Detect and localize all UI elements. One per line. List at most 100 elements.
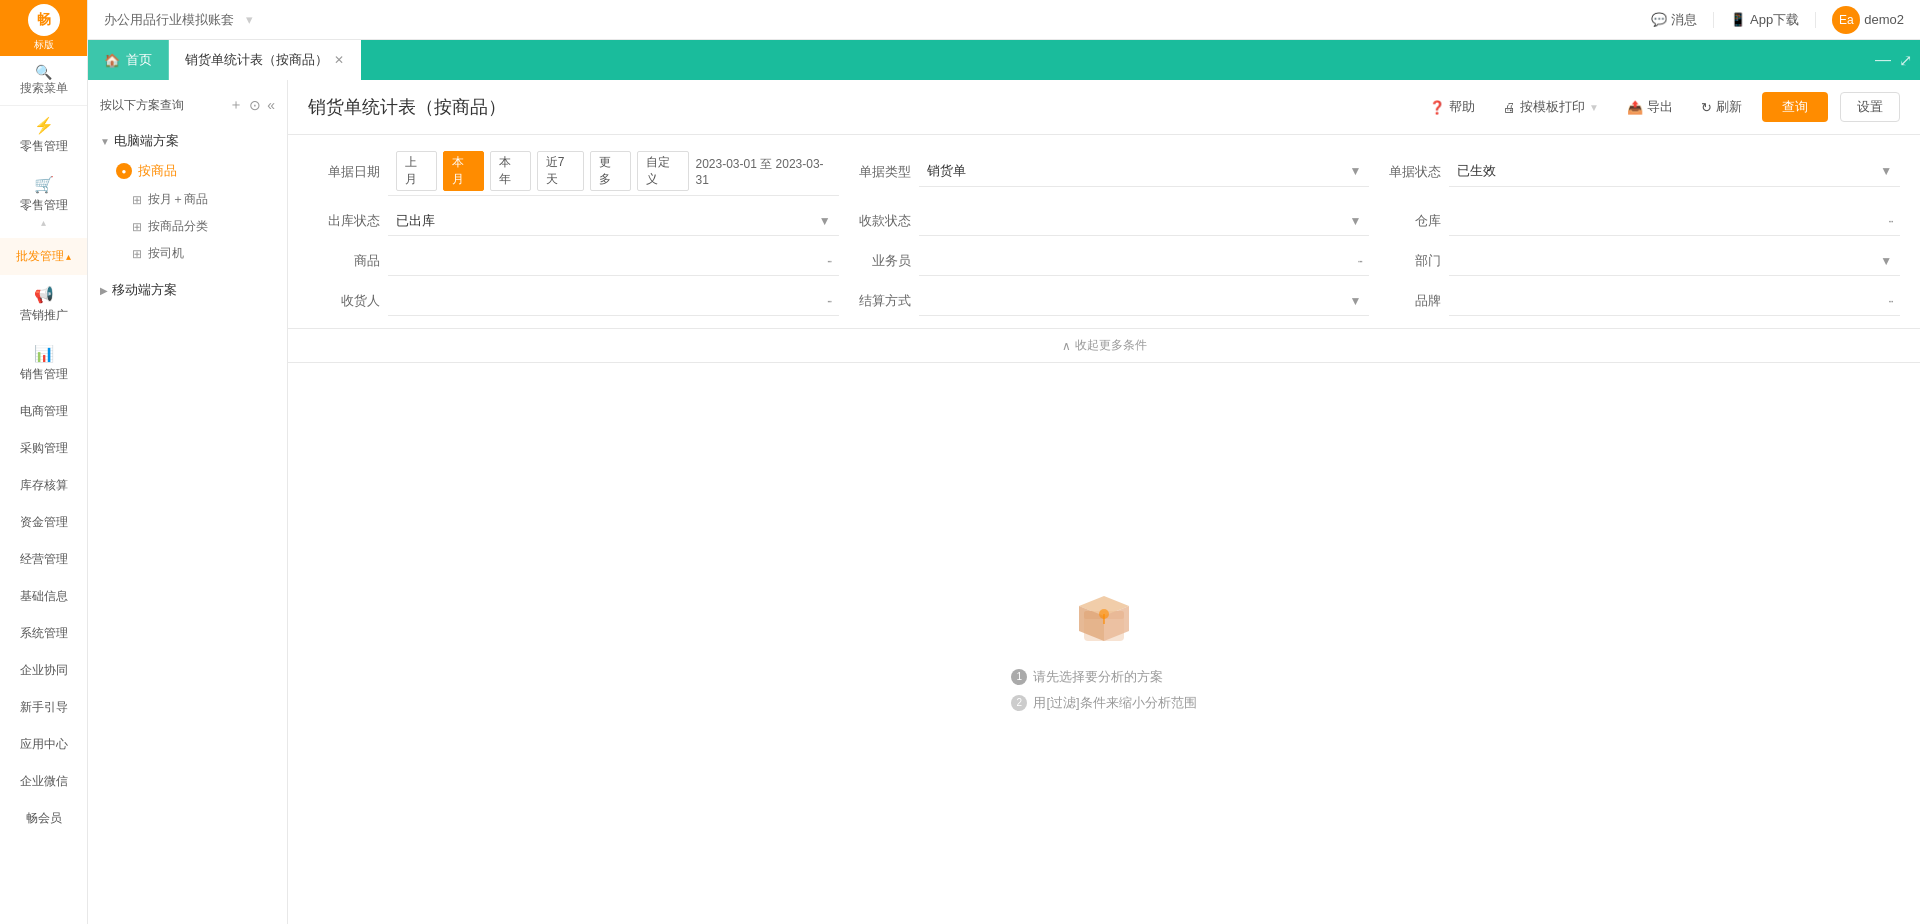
header-divider-1: [1713, 12, 1714, 28]
settlement-control[interactable]: ▼: [919, 286, 1370, 316]
tree-sub-by-cashier[interactable]: ⊞ 按司机: [88, 240, 287, 267]
sidebar-item-purchase[interactable]: 采购管理: [0, 430, 87, 467]
page-title: 销货单统计表（按商品）: [308, 95, 506, 119]
template-print-label: 按模板打印: [1520, 98, 1585, 116]
tab-close-icon[interactable]: ✕: [334, 53, 344, 67]
tab-maximize-icon[interactable]: ⤢: [1899, 51, 1912, 70]
top-header: 办公用品行业模拟账套 ▾ 💬 消息 📱 App下载 Ea demo2: [88, 0, 1920, 40]
export-button[interactable]: 📤 导出: [1619, 94, 1681, 120]
avatar-text: Ea: [1839, 13, 1854, 27]
message-button[interactable]: 💬 消息: [1651, 11, 1697, 29]
collapse-bar: ∧ 收起更多条件: [288, 329, 1920, 363]
empty-tips: 1 请先选择要分析的方案 2 用[过滤]条件来缩小分析范围: [1011, 668, 1196, 712]
receiver-control[interactable]: ···: [388, 286, 839, 316]
inventory-label: 库存核算: [20, 477, 68, 494]
date-filter-options: 上月 本月 本年 近7天 更多 自定义 2023-03-01 至 2023-03…: [396, 151, 831, 191]
warehouse-label: 仓库: [1369, 212, 1449, 230]
date-btn-this-month[interactable]: 本月: [443, 151, 484, 191]
sidebar-item-corp[interactable]: 企业协同: [0, 652, 87, 689]
avatar: Ea: [1832, 6, 1860, 34]
doc-type-control[interactable]: 销货单 ▼: [919, 157, 1370, 187]
brand-control[interactable]: ···: [1449, 286, 1900, 316]
sidebar-item-newbie[interactable]: 新手引导: [0, 689, 87, 726]
message-icon: 💬: [1651, 12, 1667, 27]
add-scheme-icon[interactable]: ＋: [229, 96, 243, 114]
sidebar-search-item[interactable]: 🔍 搜索菜单: [0, 56, 87, 106]
empty-tip-2: 2 用[过滤]条件来缩小分析范围: [1011, 694, 1196, 712]
sidebar-item-ops[interactable]: 经营管理: [0, 541, 87, 578]
settings-scheme-icon[interactable]: ⊙: [249, 97, 261, 113]
tab-home[interactable]: 🏠 首页: [88, 40, 169, 80]
app-download-button[interactable]: 📱 App下载: [1730, 11, 1799, 29]
help-button[interactable]: ❓ 帮助: [1421, 94, 1483, 120]
home-icon: 🏠: [104, 53, 120, 68]
retail-icon: 🛒: [34, 175, 54, 194]
tree-sub-by-cashier-label: 按司机: [148, 245, 184, 262]
page-title-bar: 销货单统计表（按商品） ❓ 帮助 🖨 按模板打印 ▼ 📤 导出: [288, 80, 1920, 135]
date-btn-custom[interactable]: 自定义: [637, 151, 689, 191]
user-button[interactable]: Ea demo2: [1832, 6, 1904, 34]
sidebar-item-wholesale[interactable]: 批发管理 ▴: [0, 238, 87, 275]
industry-breadcrumb: 办公用品行业模拟账套: [104, 11, 234, 29]
tree-item-by-product[interactable]: ● 按商品: [88, 156, 287, 186]
warehouse-control[interactable]: ···: [1449, 206, 1900, 236]
download-icon: 📱: [1730, 12, 1746, 27]
collapse-button[interactable]: ∧ 收起更多条件: [1062, 337, 1147, 354]
tip-num-2: 2: [1011, 695, 1027, 711]
salesman-control[interactable]: ···: [919, 246, 1370, 276]
out-status-dropdown-icon: ▼: [819, 214, 831, 228]
help-label: 帮助: [1449, 98, 1475, 116]
product-control[interactable]: ···: [388, 246, 839, 276]
sidebar-item-retail[interactable]: 🛒 零售管理 ▴: [0, 165, 87, 238]
tree-item-by-product-label: 按商品: [138, 162, 177, 180]
sidebar-logo[interactable]: 畅 标版: [0, 0, 88, 56]
date-btn-more[interactable]: 更多: [590, 151, 631, 191]
quick-nav-icon: ⚡: [34, 116, 54, 135]
app-download-label: App下载: [1750, 11, 1799, 29]
template-print-button[interactable]: 🖨 按模板打印 ▼: [1495, 94, 1607, 120]
department-control[interactable]: ▼: [1449, 246, 1900, 276]
tree-group-desktop-label[interactable]: ▼ 电脑端方案: [88, 126, 287, 156]
tree-sub-product-category[interactable]: ⊞ 按商品分类: [88, 213, 287, 240]
tree-sub-month-product-label: 按月＋商品: [148, 191, 208, 208]
left-panel-header: 按以下方案查询 ＋ ⊙ «: [88, 88, 287, 122]
tree-group-desktop-text: 电脑端方案: [114, 132, 179, 150]
sidebar-item-apps[interactable]: 应用中心: [0, 726, 87, 763]
department-label: 部门: [1369, 252, 1449, 270]
doc-type-label: 单据类型: [839, 163, 919, 181]
sidebar-item-wechat[interactable]: 企业微信: [0, 763, 87, 800]
username-label: demo2: [1864, 12, 1904, 27]
date-btn-this-year[interactable]: 本年: [490, 151, 531, 191]
receive-status-control[interactable]: ▼: [919, 206, 1370, 236]
retail-expand-icon: ▴: [41, 217, 46, 228]
sidebar-item-finance[interactable]: 资金管理: [0, 504, 87, 541]
sidebar-item-system[interactable]: 系统管理: [0, 615, 87, 652]
out-status-label: 出库状态: [308, 212, 388, 230]
tab-minimize-icon[interactable]: —: [1875, 51, 1891, 70]
main-area: 办公用品行业模拟账套 ▾ 💬 消息 📱 App下载 Ea demo2 🏠: [88, 0, 1920, 924]
tab-sales-stat-label: 销货单统计表（按商品）: [185, 51, 328, 69]
tree-group-mobile-label[interactable]: ▶ 移动端方案: [88, 275, 287, 305]
sidebar-item-ecommerce[interactable]: 电商管理: [0, 393, 87, 430]
query-button[interactable]: 查询: [1762, 92, 1828, 122]
date-btn-7days[interactable]: 近7天: [537, 151, 584, 191]
date-btn-last-month[interactable]: 上月: [396, 151, 437, 191]
date-range-text: 2023-03-01 至 2023-03-31: [695, 156, 830, 187]
sidebar-item-member[interactable]: 畅会员: [0, 800, 87, 837]
tab-sales-stat[interactable]: 销货单统计表（按商品） ✕: [169, 40, 361, 80]
sidebar-item-marketing[interactable]: 📢 营销推广: [0, 275, 87, 334]
settings-button[interactable]: 设置: [1840, 92, 1900, 122]
doc-status-control[interactable]: 已生效 ▼: [1449, 157, 1900, 187]
refresh-button[interactable]: ↻ 刷新: [1693, 94, 1750, 120]
tree-expand-icon: ▼: [100, 136, 110, 147]
salesman-label: 业务员: [839, 252, 919, 270]
print-icon: 🖨: [1503, 100, 1516, 115]
tree-sub-month-product[interactable]: ⊞ 按月＋商品: [88, 186, 287, 213]
sidebar-item-basic[interactable]: 基础信息: [0, 578, 87, 615]
out-status-control[interactable]: 已出库 ▼: [388, 206, 839, 236]
collapse-panel-icon[interactable]: «: [267, 97, 275, 113]
sidebar-item-sales[interactable]: 📊 销售管理: [0, 334, 87, 393]
sidebar-item-quick-nav[interactable]: ⚡ 零售管理: [0, 106, 87, 165]
sidebar-item-inventory[interactable]: 库存核算: [0, 467, 87, 504]
filter-row-receiver: 收货人 ··· 结算方式 ▼ 品牌 ···: [308, 286, 1900, 316]
